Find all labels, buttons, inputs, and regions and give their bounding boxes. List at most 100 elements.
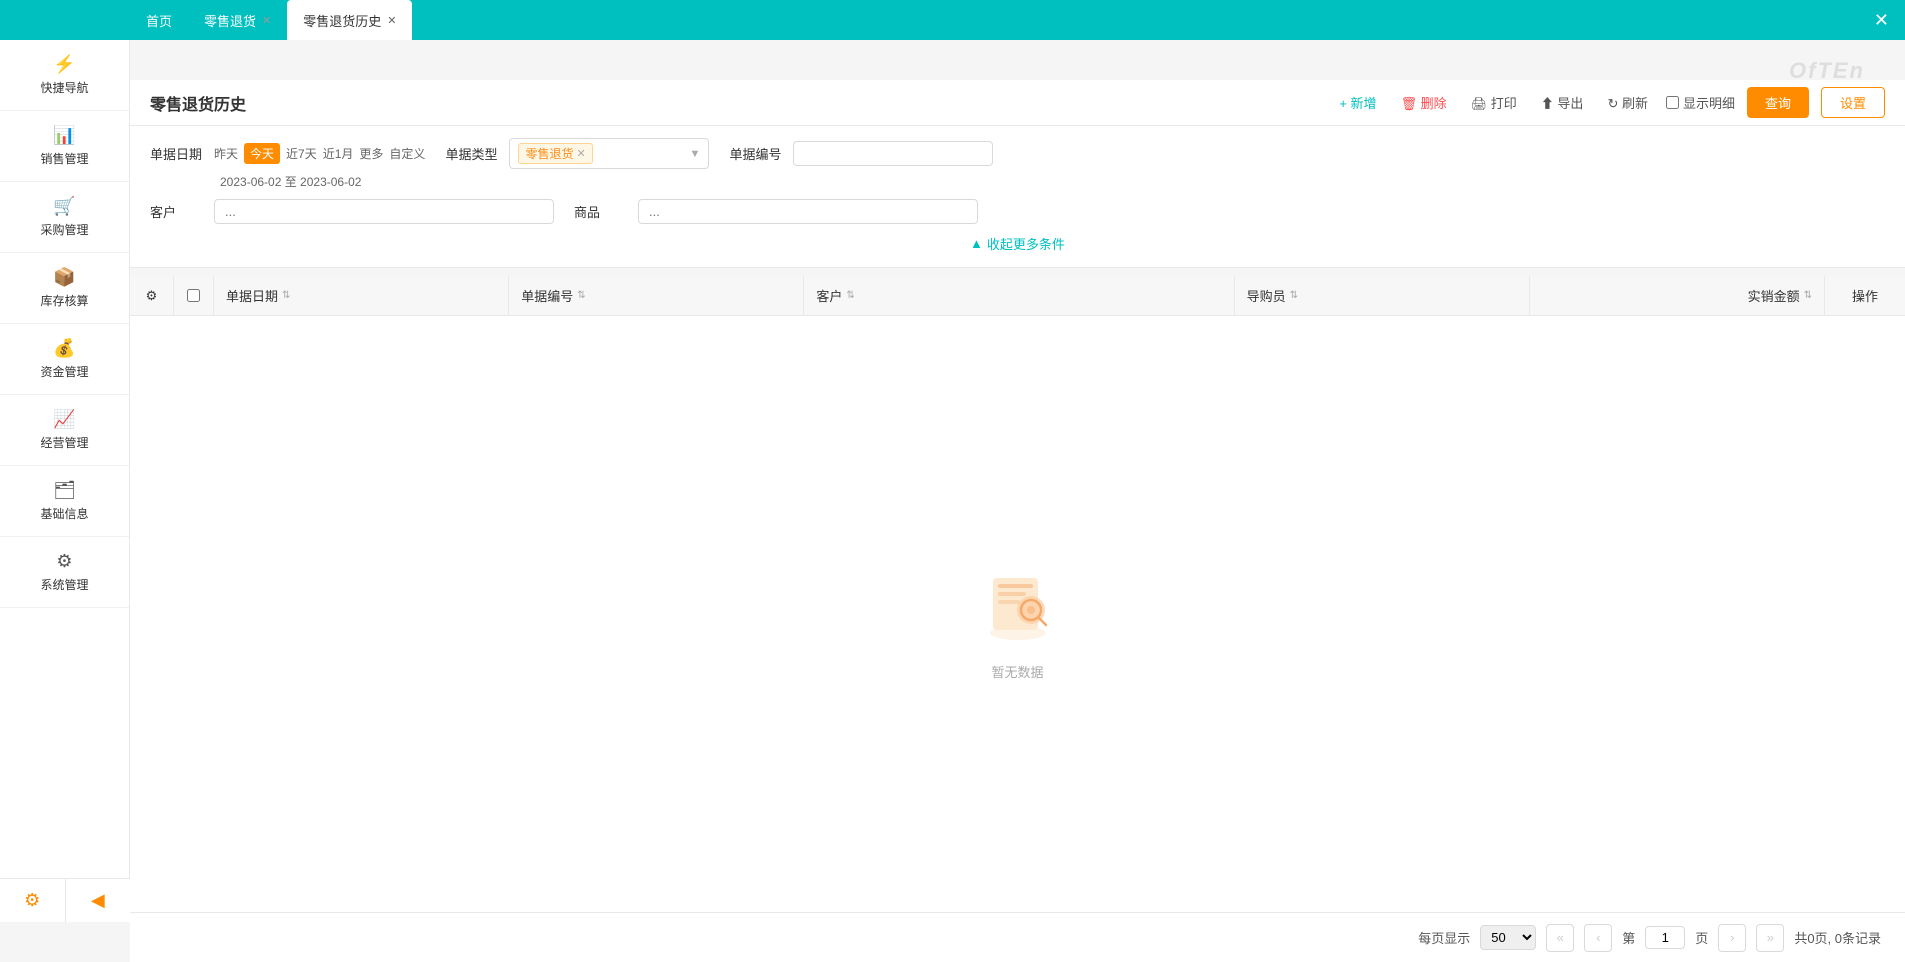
- date-filter-label: 单据日期: [150, 144, 206, 163]
- th-date: 单据日期 ⇅: [214, 276, 509, 315]
- th-guide-label: 导购员: [1247, 286, 1286, 305]
- filter-row-2: 客户 商品: [150, 199, 1885, 224]
- th-customer-label: 客户: [816, 286, 842, 305]
- delete-button[interactable]: 🗑 删除: [1395, 93, 1453, 112]
- next-page-btn[interactable]: ›: [1718, 924, 1746, 952]
- doc-type-select[interactable]: 零售退货 ✕ ▼: [509, 138, 709, 169]
- sidebar-item-label: 系统管理: [40, 576, 88, 593]
- date-filter: 单据日期 昨天 今天 近7天 近1月 更多 自定义: [150, 143, 425, 164]
- tab-label: 零售退货历史: [303, 11, 381, 30]
- th-num: 单据编号 ⇅: [509, 276, 804, 315]
- system-icon: ⚙: [56, 551, 72, 572]
- date-more[interactable]: 更多: [359, 145, 383, 162]
- tab-retail-return[interactable]: 零售退货 ✕: [188, 0, 287, 40]
- display-toggle[interactable]: 显示明细: [1666, 93, 1735, 112]
- display-toggle-label: 显示明细: [1683, 93, 1735, 112]
- last-page-btn[interactable]: »: [1756, 924, 1784, 952]
- th-op-label: 操作: [1852, 286, 1878, 305]
- first-page-btn[interactable]: «: [1546, 924, 1574, 952]
- home-tab[interactable]: 首页: [130, 11, 188, 30]
- settings-icon: ⚙: [146, 288, 158, 304]
- sidebar-item-label: 快捷导航: [40, 79, 88, 96]
- date-month[interactable]: 近1月: [323, 145, 354, 162]
- sidebar-item-label: 基础信息: [40, 505, 88, 522]
- new-button[interactable]: + 新增: [1333, 93, 1382, 112]
- setting-button[interactable]: 设置: [1821, 87, 1885, 118]
- date-week[interactable]: 近7天: [286, 145, 317, 162]
- operation-icon: 📈: [53, 409, 75, 430]
- customer-label: 客户: [150, 202, 206, 221]
- sidebar-item-operation[interactable]: 📈 经营管理: [0, 395, 129, 466]
- date-shortcuts: 昨天 今天 近7天 近1月 更多 自定义: [214, 143, 425, 164]
- chevron-down-icon: ▼: [690, 148, 701, 160]
- customer-input[interactable]: [214, 199, 554, 224]
- page-label: 第: [1622, 928, 1635, 947]
- toolbar: + 新增 🗑 删除 🖨 打印 ⬆ 导出 ↻ 刷新 显示明细 查询 设置: [1333, 87, 1885, 118]
- doc-num-input[interactable]: [793, 141, 993, 166]
- date-yesterday[interactable]: 昨天: [214, 145, 238, 162]
- sidebar-item-quick-nav[interactable]: ⚡ 快捷导航: [0, 40, 129, 111]
- query-button[interactable]: 查询: [1747, 87, 1809, 118]
- sort-customer-icon[interactable]: ⇅: [846, 290, 854, 301]
- empty-illustration: [968, 548, 1068, 648]
- collapse-label: 收起更多条件: [987, 234, 1065, 253]
- sidebar-item-finance[interactable]: 💰 资金管理: [0, 324, 129, 395]
- empty-state: 暂无数据: [130, 316, 1905, 912]
- sidebar-gear-btn[interactable]: ⚙: [0, 879, 66, 922]
- filter-area: 单据日期 昨天 今天 近7天 近1月 更多 自定义 单据类型 零售退货 ✕: [130, 126, 1905, 268]
- sidebar-item-sales[interactable]: 📊 销售管理: [0, 111, 129, 182]
- th-settings[interactable]: ⚙: [130, 276, 174, 315]
- export-button[interactable]: ⬆ 导出: [1535, 93, 1590, 112]
- display-toggle-checkbox[interactable]: [1666, 96, 1679, 109]
- per-page-select[interactable]: 50 10 20 100: [1480, 925, 1536, 950]
- table-area: ⚙ 单据日期 ⇅ 单据编号 ⇅ 客户 ⇅ 导购员 ⇅ 实销金额: [130, 276, 1905, 962]
- date-range-display: 2023-06-02 至 2023-06-02: [220, 175, 361, 189]
- finance-icon: 💰: [53, 338, 75, 359]
- date-today[interactable]: 今天: [244, 143, 280, 164]
- doc-type-label: 单据类型: [445, 144, 501, 163]
- page-unit: 页: [1695, 928, 1708, 947]
- sidebar: 🔍 搜索菜单 ⚡ 快捷导航 📊 销售管理 🛒 采购管理 📦 库存核算 💰 资金管…: [0, 0, 130, 922]
- quick-nav-icon: ⚡: [53, 54, 75, 75]
- goods-filter: 商品: [574, 199, 978, 224]
- page-input[interactable]: [1645, 926, 1685, 949]
- main-content: 零售退货历史 + 新增 🗑 删除 🖨 打印 ⬆ 导出 ↻ 刷新 显示明细 查询 …: [130, 80, 1905, 962]
- goods-label: 商品: [574, 202, 630, 221]
- th-amount: 实销金额 ⇅: [1530, 276, 1825, 315]
- sort-date-icon[interactable]: ⇅: [282, 290, 290, 301]
- filter-row-1: 单据日期 昨天 今天 近7天 近1月 更多 自定义 单据类型 零售退货 ✕: [150, 138, 1885, 169]
- empty-text: 暂无数据: [991, 662, 1043, 681]
- sales-icon: 📊: [53, 125, 75, 146]
- th-op: 操作: [1825, 276, 1905, 315]
- sidebar-item-purchase[interactable]: 🛒 采购管理: [0, 182, 129, 253]
- print-button[interactable]: 🖨 打印: [1465, 93, 1523, 112]
- collapse-icon: ▲: [970, 236, 983, 251]
- th-check[interactable]: [174, 276, 214, 315]
- pagination: 每页显示 50 10 20 100 « ‹ 第 页 › » 共0页, 0条记录: [130, 912, 1905, 962]
- refresh-button[interactable]: ↻ 刷新: [1601, 93, 1654, 112]
- select-all-checkbox[interactable]: [187, 289, 200, 302]
- doc-type-remove[interactable]: ✕: [576, 147, 585, 160]
- tab-close-icon[interactable]: ✕: [387, 14, 396, 27]
- tab-return-history[interactable]: 零售退货历史 ✕: [287, 0, 412, 40]
- top-bar: 首页 零售退货 ✕ 零售退货历史 ✕ ✕: [0, 0, 1905, 40]
- prev-page-btn[interactable]: ‹: [1584, 924, 1612, 952]
- doc-type-filter: 单据类型 零售退货 ✕ ▼: [445, 138, 709, 169]
- collapse-btn[interactable]: ▲ 收起更多条件: [970, 234, 1065, 253]
- date-custom[interactable]: 自定义: [389, 145, 425, 162]
- sort-guide-icon[interactable]: ⇅: [1290, 290, 1298, 301]
- sort-amount-icon[interactable]: ⇅: [1804, 290, 1812, 301]
- sidebar-item-system[interactable]: ⚙ 系统管理: [0, 537, 129, 608]
- sidebar-item-label: 采购管理: [40, 221, 88, 238]
- tab-close-icon[interactable]: ✕: [262, 14, 271, 27]
- window-close-icon[interactable]: ✕: [1874, 10, 1889, 31]
- sidebar-collapse-btn[interactable]: ◀: [66, 879, 131, 922]
- th-guide: 导购员 ⇅: [1235, 276, 1530, 315]
- goods-input[interactable]: [638, 199, 978, 224]
- sidebar-item-label: 库存核算: [40, 292, 88, 309]
- sidebar-item-label: 销售管理: [40, 150, 88, 167]
- sidebar-item-basic[interactable]: 🗂 基础信息: [0, 466, 129, 537]
- th-amount-label: 实销金额: [1748, 286, 1800, 305]
- sort-num-icon[interactable]: ⇅: [577, 290, 585, 301]
- sidebar-item-inventory[interactable]: 📦 库存核算: [0, 253, 129, 324]
